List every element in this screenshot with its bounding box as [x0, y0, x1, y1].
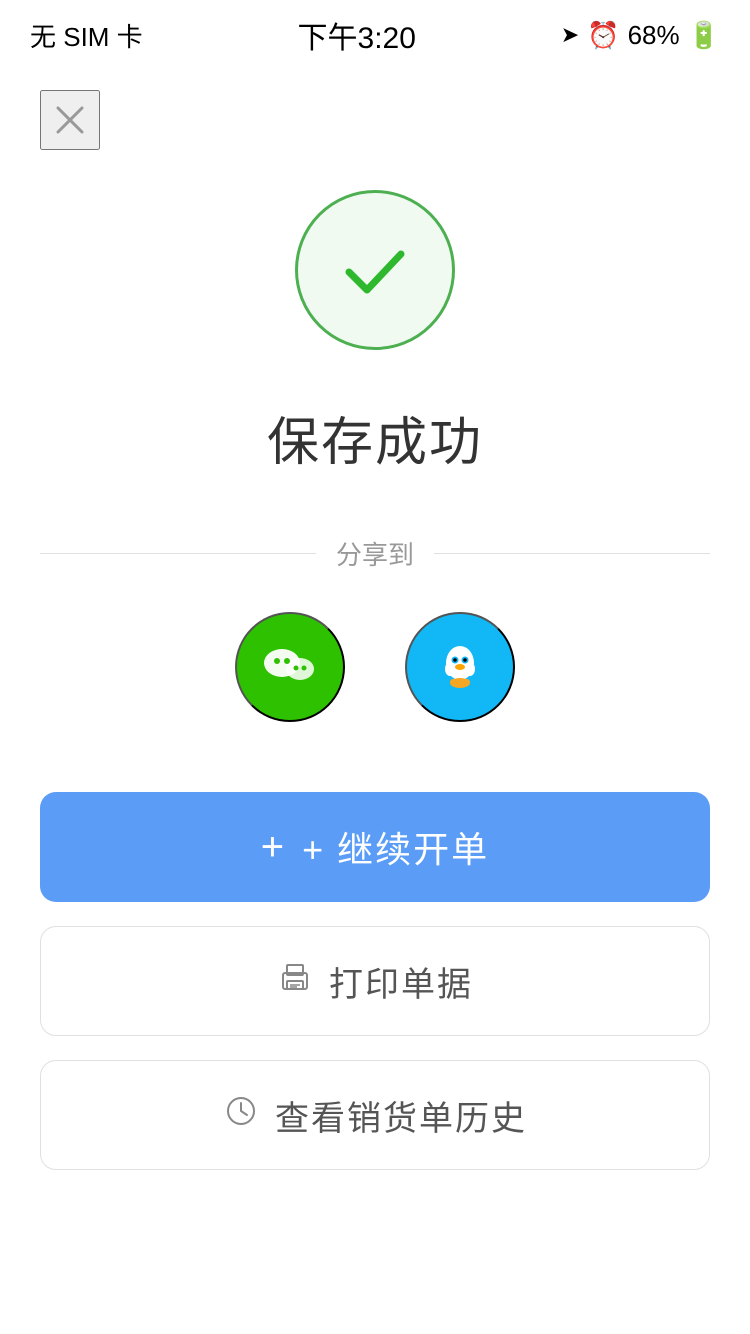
status-bar: 无 SIM 卡 下午3:20 ➤ ⏰ 68% 🔋	[0, 0, 750, 70]
success-title: 保存成功	[267, 400, 483, 475]
main-content: 保存成功 分享到	[0, 70, 750, 1210]
battery-text: 68%	[628, 20, 680, 51]
success-icon-circle	[295, 190, 455, 350]
location-icon: ➤	[561, 22, 579, 48]
time-display: 下午3:20	[298, 13, 416, 57]
qq-icon	[428, 635, 492, 699]
history-label: 查看销货单历史	[275, 1091, 527, 1140]
no-sim-text: 无 SIM 卡	[30, 17, 143, 54]
status-left: 无 SIM 卡	[30, 17, 153, 54]
action-buttons: + + 继续开单 打印单据 查看销货单历史	[40, 792, 710, 1170]
print-button[interactable]: 打印单据	[40, 926, 710, 1036]
plus-icon: +	[261, 825, 286, 870]
close-button[interactable]	[40, 90, 100, 150]
qq-share-button[interactable]	[405, 612, 515, 722]
alarm-icon: ⏰	[587, 20, 619, 51]
share-divider-row: 分享到	[40, 535, 710, 572]
status-right: ➤ ⏰ 68% 🔋	[561, 20, 720, 51]
left-divider	[40, 553, 316, 554]
wechat-share-button[interactable]	[235, 612, 345, 722]
share-section: 分享到	[40, 535, 710, 722]
printer-icon	[277, 959, 313, 1004]
continue-button[interactable]: + + 继续开单	[40, 792, 710, 902]
battery-icon: 🔋	[688, 20, 720, 51]
right-divider	[434, 553, 710, 554]
history-icon	[223, 1093, 259, 1138]
wechat-icon	[258, 635, 322, 699]
checkmark-icon	[335, 230, 415, 310]
share-label: 分享到	[336, 535, 414, 572]
print-label: 打印单据	[329, 957, 473, 1006]
history-button[interactable]: 查看销货单历史	[40, 1060, 710, 1170]
continue-label: + 继续开单	[302, 821, 489, 873]
share-icons-row	[40, 612, 710, 722]
